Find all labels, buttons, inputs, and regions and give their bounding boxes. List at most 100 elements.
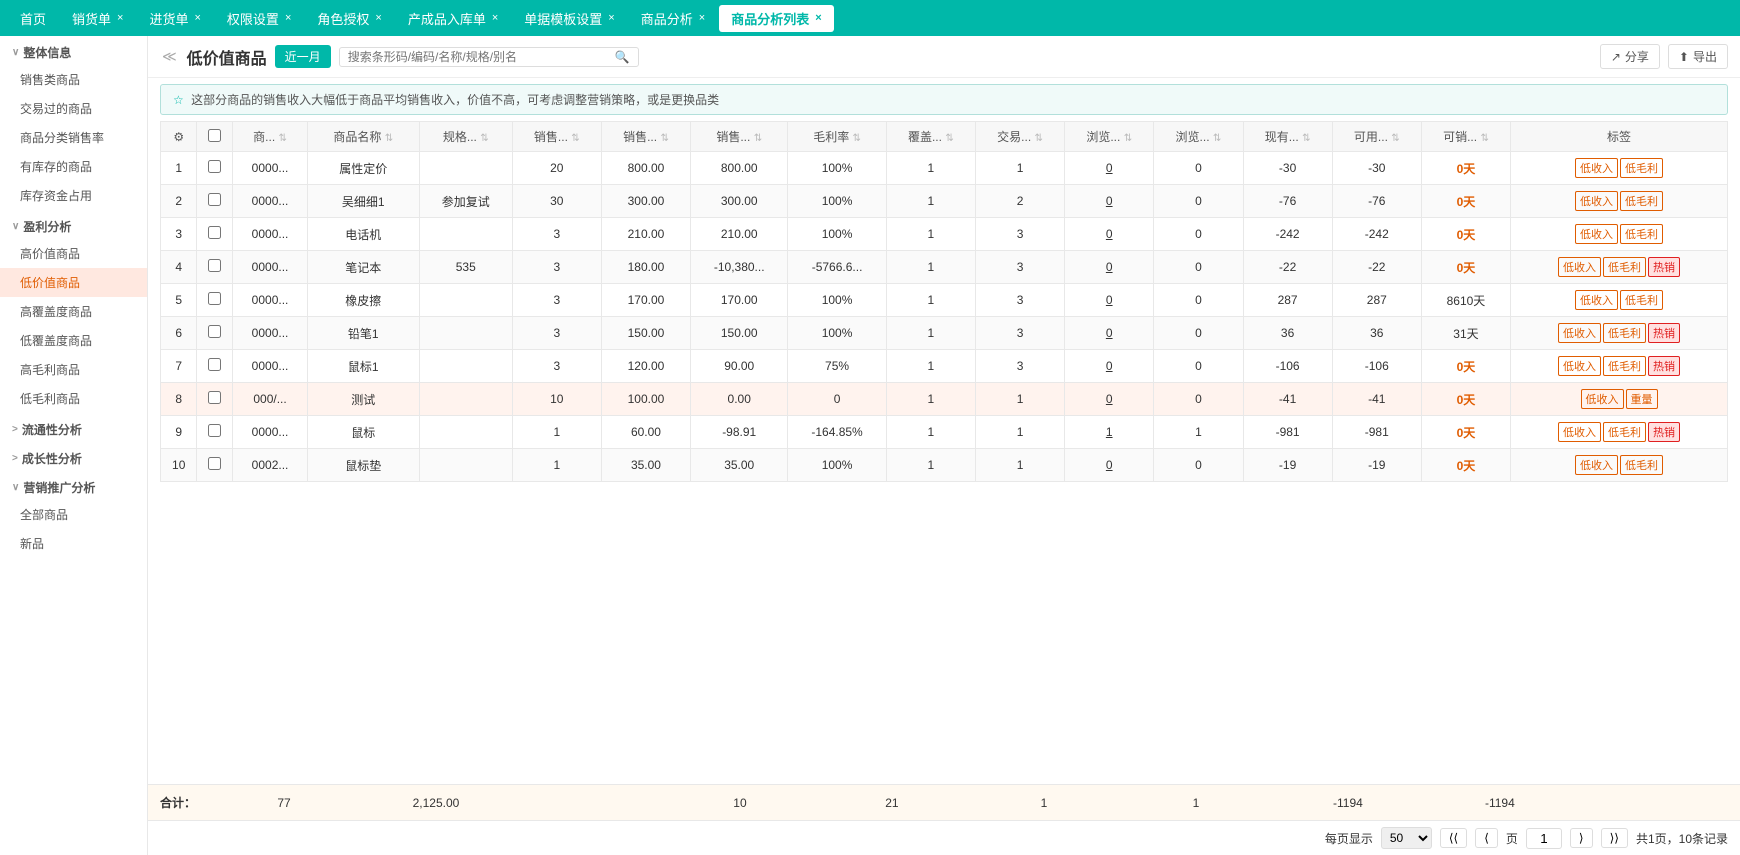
nav-role[interactable]: 角色授权 × — [305, 5, 393, 32]
share-btn[interactable]: ↗ 分享 — [1600, 44, 1660, 69]
row-checkbox[interactable] — [208, 226, 221, 239]
nav-template-close[interactable]: × — [608, 12, 614, 24]
views-link[interactable]: 0 — [1106, 260, 1113, 274]
row-checkbox[interactable] — [208, 292, 221, 305]
select-all-checkbox[interactable] — [208, 129, 221, 142]
footer-sale-qty: 77 — [244, 796, 324, 810]
nav-permission-close[interactable]: × — [285, 12, 291, 24]
col-views1[interactable]: 浏览... ⇅ — [1065, 122, 1154, 152]
search-input[interactable] — [348, 50, 615, 64]
col-checkbox[interactable] — [197, 122, 233, 152]
sidebar-item-all-products[interactable]: 全部商品 — [0, 500, 147, 529]
col-coverage[interactable]: 覆盖... ⇅ — [886, 122, 975, 152]
nav-stock-in[interactable]: 产成品入库单 × — [396, 5, 510, 32]
row-checkbox[interactable] — [208, 358, 221, 371]
sidebar-item-high-coverage[interactable]: 高覆盖度商品 — [0, 297, 147, 326]
nav-purchase[interactable]: 进货单 × — [137, 5, 212, 32]
col-sale-amount[interactable]: 销售... ⇅ — [691, 122, 788, 152]
row-checkbox[interactable] — [208, 193, 221, 206]
export-btn[interactable]: ⬆ 导出 — [1668, 44, 1728, 69]
table-row: 100002...鼠标垫135.0035.00100%1100-19-190天低… — [161, 449, 1728, 482]
nav-home[interactable]: 首页 — [8, 5, 58, 32]
nav-product-analysis-close[interactable]: × — [699, 12, 705, 24]
nav-template[interactable]: 单据模板设置 × — [512, 5, 626, 32]
views-link[interactable]: 0 — [1106, 194, 1113, 208]
col-saleable[interactable]: 可销... ⇅ — [1421, 122, 1510, 152]
tag: 低收入 — [1575, 158, 1618, 178]
nav-stock-in-close[interactable]: × — [492, 12, 498, 24]
tag: 低毛利 — [1603, 356, 1646, 376]
row-checkbox[interactable] — [208, 391, 221, 404]
col-current-stock[interactable]: 现有... ⇅ — [1243, 122, 1332, 152]
footer-views2: 1 — [1156, 796, 1236, 810]
prev-page-btn[interactable]: ⟨ — [1475, 828, 1498, 848]
tag: 低收入 — [1558, 422, 1601, 442]
nav-product-list[interactable]: 商品分析列表 × — [719, 5, 833, 32]
sidebar-item-traded-products[interactable]: 交易过的商品 — [0, 94, 147, 123]
views-link[interactable]: 0 — [1106, 326, 1113, 340]
table-row: 40000...笔记本5353180.00-10,380...-5766.6..… — [161, 251, 1728, 284]
col-name[interactable]: 商品名称 ⇅ — [307, 122, 419, 152]
sidebar-item-stock-products[interactable]: 有库存的商品 — [0, 152, 147, 181]
nav-product-analysis[interactable]: 商品分析 × — [629, 5, 717, 32]
row-checkbox[interactable] — [208, 259, 221, 272]
views-link[interactable]: 0 — [1106, 161, 1113, 175]
search-icon[interactable]: 🔍 — [615, 50, 630, 64]
tag: 低收入 — [1575, 455, 1618, 475]
sidebar-item-stock-capital[interactable]: 库存资金占用 — [0, 181, 147, 210]
nav-product-list-close[interactable]: × — [815, 12, 821, 24]
share-icon: ↗ — [1611, 50, 1621, 64]
page-input[interactable] — [1526, 828, 1562, 849]
col-spec[interactable]: 规格... ⇅ — [419, 122, 512, 152]
row-checkbox[interactable] — [208, 424, 221, 437]
info-notice: ☆ 这部分商品的销售收入大幅低于商品平均销售收入，价值不高，可考虑调整营销策略，… — [160, 84, 1728, 115]
sidebar-item-category-sales-rate[interactable]: 商品分类销售率 — [0, 123, 147, 152]
sidebar-item-low-coverage[interactable]: 低覆盖度商品 — [0, 326, 147, 355]
views-link[interactable]: 0 — [1106, 392, 1113, 406]
sidebar-group-growth[interactable]: > 成长性分析 — [0, 442, 147, 471]
sidebar-item-low-margin[interactable]: 低毛利商品 — [0, 384, 147, 413]
table-row: 60000...铅笔13150.00150.00100%1300363631天低… — [161, 317, 1728, 350]
col-views2[interactable]: 浏览... ⇅ — [1154, 122, 1243, 152]
col-sale-price[interactable]: 销售... ⇅ — [601, 122, 690, 152]
sidebar-item-sales-products[interactable]: 销售类商品 — [0, 65, 147, 94]
collapse-sidebar-btn[interactable]: ≪ — [160, 46, 179, 67]
col-trade[interactable]: 交易... ⇅ — [975, 122, 1064, 152]
views-link[interactable]: 0 — [1106, 458, 1113, 472]
footer-summary: 合计： 77 2,125.00 10 21 1 1 -1194 -1194 — [148, 784, 1740, 820]
views-link[interactable]: 0 — [1106, 359, 1113, 373]
last-page-btn[interactable]: ⟩⟩ — [1601, 828, 1628, 848]
views-link[interactable]: 1 — [1106, 425, 1113, 439]
per-page-select[interactable]: 50 100 200 — [1381, 827, 1432, 849]
row-checkbox[interactable] — [208, 160, 221, 173]
nav-sales-close[interactable]: × — [117, 12, 123, 24]
sidebar-item-new-products[interactable]: 新品 — [0, 529, 147, 558]
sidebar-group-overall[interactable]: ∨ 整体信息 — [0, 36, 147, 65]
row-checkbox[interactable] — [208, 457, 221, 470]
sidebar-group-circulation[interactable]: > 流通性分析 — [0, 413, 147, 442]
sidebar-item-high-value[interactable]: 高价值商品 — [0, 239, 147, 268]
col-code[interactable]: 商... ⇅ — [233, 122, 307, 152]
footer-current-stock: -1194 — [1308, 796, 1388, 810]
sidebar-item-low-value[interactable]: 低价值商品 — [0, 268, 147, 297]
period-btn[interactable]: 近一月 — [275, 45, 331, 68]
col-sale-qty[interactable]: 销售... ⇅ — [512, 122, 601, 152]
nav-purchase-close[interactable]: × — [194, 12, 200, 24]
sidebar-group-marketing[interactable]: ∨ 营销推广分析 — [0, 471, 147, 500]
next-page-btn[interactable]: ⟩ — [1570, 828, 1593, 848]
col-gross-margin[interactable]: 毛利率 ⇅ — [788, 122, 886, 152]
first-page-btn[interactable]: ⟨⟨ — [1440, 828, 1467, 848]
views-link[interactable]: 0 — [1106, 227, 1113, 241]
nav-permission[interactable]: 权限设置 × — [215, 5, 303, 32]
table-row: 90000...鼠标160.00-98.91-164.85%1111-981-9… — [161, 416, 1728, 449]
nav-sales[interactable]: 销货单 × — [60, 5, 135, 32]
sidebar-group-profit[interactable]: ∨ 盈利分析 — [0, 210, 147, 239]
col-available[interactable]: 可用... ⇅ — [1332, 122, 1421, 152]
nav-role-close[interactable]: × — [375, 12, 381, 24]
col-settings[interactable]: ⚙ — [161, 122, 197, 152]
header-bar: ≪ 低价值商品 近一月 🔍 ↗ 分享 ⬆ 导出 — [148, 36, 1740, 78]
export-icon: ⬆ — [1679, 50, 1689, 64]
sidebar-item-high-margin[interactable]: 高毛利商品 — [0, 355, 147, 384]
row-checkbox[interactable] — [208, 325, 221, 338]
views-link[interactable]: 0 — [1106, 293, 1113, 307]
